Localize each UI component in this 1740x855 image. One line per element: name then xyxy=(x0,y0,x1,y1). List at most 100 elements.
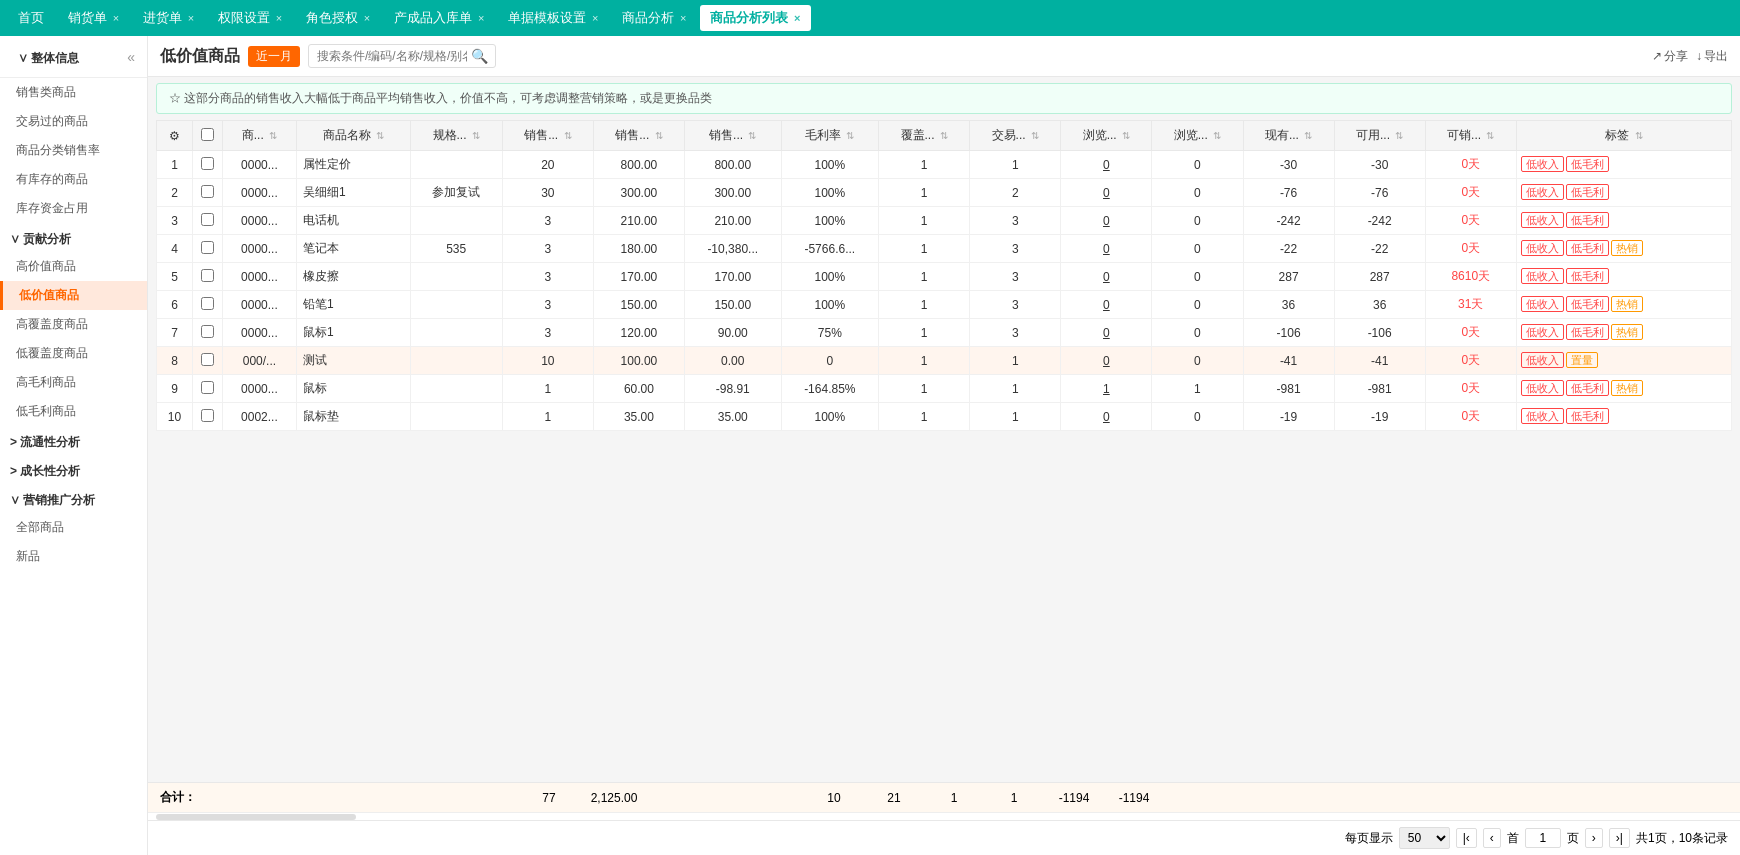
sidebar-item-category-rate[interactable]: 商品分类销售率 xyxy=(0,136,147,165)
sidebar-collapse-btn[interactable]: « xyxy=(123,45,139,69)
col-browse1[interactable]: 浏览... ⇅ xyxy=(1061,121,1152,151)
cell-browse1[interactable]: 0 xyxy=(1061,207,1152,235)
sidebar-item-high-coverage[interactable]: 高覆盖度商品 xyxy=(0,310,147,339)
sidebar-item-high-margin[interactable]: 高毛利商品 xyxy=(0,368,147,397)
nav-template[interactable]: 单据模板设置 × xyxy=(498,5,608,31)
search-input[interactable] xyxy=(308,44,496,68)
sidebar-item-low-value[interactable]: 低价值商品 xyxy=(0,281,147,310)
time-filter-btn[interactable]: 近一月 xyxy=(248,46,300,67)
sidebar-group-growth[interactable]: > 成长性分析 xyxy=(0,455,147,484)
sidebar-item-stock-goods[interactable]: 有库存的商品 xyxy=(0,165,147,194)
page-title: 低价值商品 xyxy=(160,46,240,67)
cell-browse1[interactable]: 0 xyxy=(1061,179,1152,207)
col-trade[interactable]: 交易... ⇅ xyxy=(970,121,1061,151)
sidebar-item-sales-goods[interactable]: 销售类商品 xyxy=(0,78,147,107)
nav-close-analysis-list[interactable]: × xyxy=(794,12,800,24)
col-code[interactable]: 商... ⇅ xyxy=(223,121,297,151)
sidebar-group-overall[interactable]: ∨ 整体信息 xyxy=(8,42,89,71)
col-checkbox[interactable] xyxy=(193,121,223,151)
nav-close-production[interactable]: × xyxy=(478,12,484,24)
sidebar-group-circulation[interactable]: > 流通性分析 xyxy=(0,426,147,455)
search-icon[interactable]: 🔍 xyxy=(471,48,488,64)
cell-checkbox[interactable] xyxy=(193,403,223,431)
prev-page-btn[interactable]: ‹ xyxy=(1483,828,1501,848)
row-checkbox[interactable] xyxy=(201,185,214,198)
cell-browse1[interactable]: 0 xyxy=(1061,263,1152,291)
col-available[interactable]: 可用... ⇅ xyxy=(1334,121,1425,151)
row-checkbox[interactable] xyxy=(201,353,214,366)
first-page-btn[interactable]: |‹ xyxy=(1456,828,1477,848)
cell-browse1[interactable]: 0 xyxy=(1061,291,1152,319)
cell-checkbox[interactable] xyxy=(193,347,223,375)
cell-checkbox[interactable] xyxy=(193,179,223,207)
cell-checkbox[interactable] xyxy=(193,235,223,263)
row-checkbox[interactable] xyxy=(201,213,214,226)
cell-checkbox[interactable] xyxy=(193,151,223,179)
cell-browse1[interactable]: 0 xyxy=(1061,235,1152,263)
nav-analysis-list[interactable]: 商品分析列表 × xyxy=(700,5,810,31)
cell-checkbox[interactable] xyxy=(193,291,223,319)
share-btn[interactable]: ↗ 分享 xyxy=(1652,48,1688,65)
col-gross-rate[interactable]: 毛利率 ⇅ xyxy=(781,121,879,151)
page-size-select[interactable]: 50 100 200 xyxy=(1399,827,1450,849)
footer-sales-amt: 2,125.00 xyxy=(574,791,654,805)
cell-browse1[interactable]: 1 xyxy=(1061,375,1152,403)
nav-close-role[interactable]: × xyxy=(364,12,370,24)
sidebar-item-low-coverage[interactable]: 低覆盖度商品 xyxy=(0,339,147,368)
nav-role[interactable]: 角色授权 × xyxy=(296,5,380,31)
select-all-checkbox[interactable] xyxy=(201,128,214,141)
row-checkbox[interactable] xyxy=(201,241,214,254)
cell-spec: 535 xyxy=(410,235,502,263)
row-checkbox[interactable] xyxy=(201,157,214,170)
cell-name: 鼠标1 xyxy=(296,319,410,347)
nav-close-purchase[interactable]: × xyxy=(188,12,194,24)
sidebar-item-stock-fund[interactable]: 库存资金占用 xyxy=(0,194,147,223)
col-coverage[interactable]: 覆盖... ⇅ xyxy=(879,121,970,151)
col-name[interactable]: 商品名称 ⇅ xyxy=(296,121,410,151)
cell-checkbox[interactable] xyxy=(193,375,223,403)
col-browse2[interactable]: 浏览... ⇅ xyxy=(1152,121,1243,151)
page-input[interactable] xyxy=(1525,828,1561,848)
cell-browse1[interactable]: 0 xyxy=(1061,403,1152,431)
sidebar-item-new-goods[interactable]: 新品 xyxy=(0,542,147,571)
row-checkbox[interactable] xyxy=(201,381,214,394)
nav-production[interactable]: 产成品入库单 × xyxy=(384,5,494,31)
export-btn[interactable]: ↓ 导出 xyxy=(1696,48,1728,65)
row-checkbox[interactable] xyxy=(201,297,214,310)
row-checkbox[interactable] xyxy=(201,325,214,338)
col-sales-amt[interactable]: 销售... ⇅ xyxy=(593,121,684,151)
sidebar-group-marketing[interactable]: ∨ 营销推广分析 xyxy=(0,484,147,513)
nav-close-template[interactable]: × xyxy=(592,12,598,24)
nav-home[interactable]: 首页 xyxy=(8,5,54,31)
next-page-btn[interactable]: › xyxy=(1585,828,1603,848)
cell-browse1[interactable]: 0 xyxy=(1061,347,1152,375)
nav-sales[interactable]: 销货单 × xyxy=(58,5,129,31)
nav-close-permission[interactable]: × xyxy=(276,12,282,24)
col-spec[interactable]: 规格... ⇅ xyxy=(410,121,502,151)
col-sales-qty[interactable]: 销售... ⇅ xyxy=(502,121,593,151)
col-sales-price[interactable]: 销售... ⇅ xyxy=(684,121,781,151)
sidebar-item-low-margin[interactable]: 低毛利商品 xyxy=(0,397,147,426)
cell-checkbox[interactable] xyxy=(193,263,223,291)
col-gear[interactable]: ⚙ xyxy=(157,121,193,151)
nav-permission[interactable]: 权限设置 × xyxy=(208,5,292,31)
scroll-indicator[interactable] xyxy=(148,812,1740,820)
col-saleable[interactable]: 可销... ⇅ xyxy=(1425,121,1516,151)
nav-purchase[interactable]: 进货单 × xyxy=(133,5,204,31)
cell-browse1[interactable]: 0 xyxy=(1061,151,1152,179)
nav-analysis[interactable]: 商品分析 × xyxy=(612,5,696,31)
sidebar-item-all-goods[interactable]: 全部商品 xyxy=(0,513,147,542)
col-tags[interactable]: 标签 ⇅ xyxy=(1516,121,1731,151)
col-current[interactable]: 现有... ⇅ xyxy=(1243,121,1334,151)
cell-checkbox[interactable] xyxy=(193,207,223,235)
nav-close-analysis[interactable]: × xyxy=(680,12,686,24)
sidebar-item-traded-goods[interactable]: 交易过的商品 xyxy=(0,107,147,136)
cell-checkbox[interactable] xyxy=(193,319,223,347)
last-page-btn[interactable]: ›| xyxy=(1609,828,1630,848)
nav-close-sales[interactable]: × xyxy=(113,12,119,24)
sidebar-group-contribution[interactable]: ∨ 贡献分析 xyxy=(0,223,147,252)
sidebar-item-high-value[interactable]: 高价值商品 xyxy=(0,252,147,281)
row-checkbox[interactable] xyxy=(201,269,214,282)
row-checkbox[interactable] xyxy=(201,409,214,422)
cell-browse1[interactable]: 0 xyxy=(1061,319,1152,347)
